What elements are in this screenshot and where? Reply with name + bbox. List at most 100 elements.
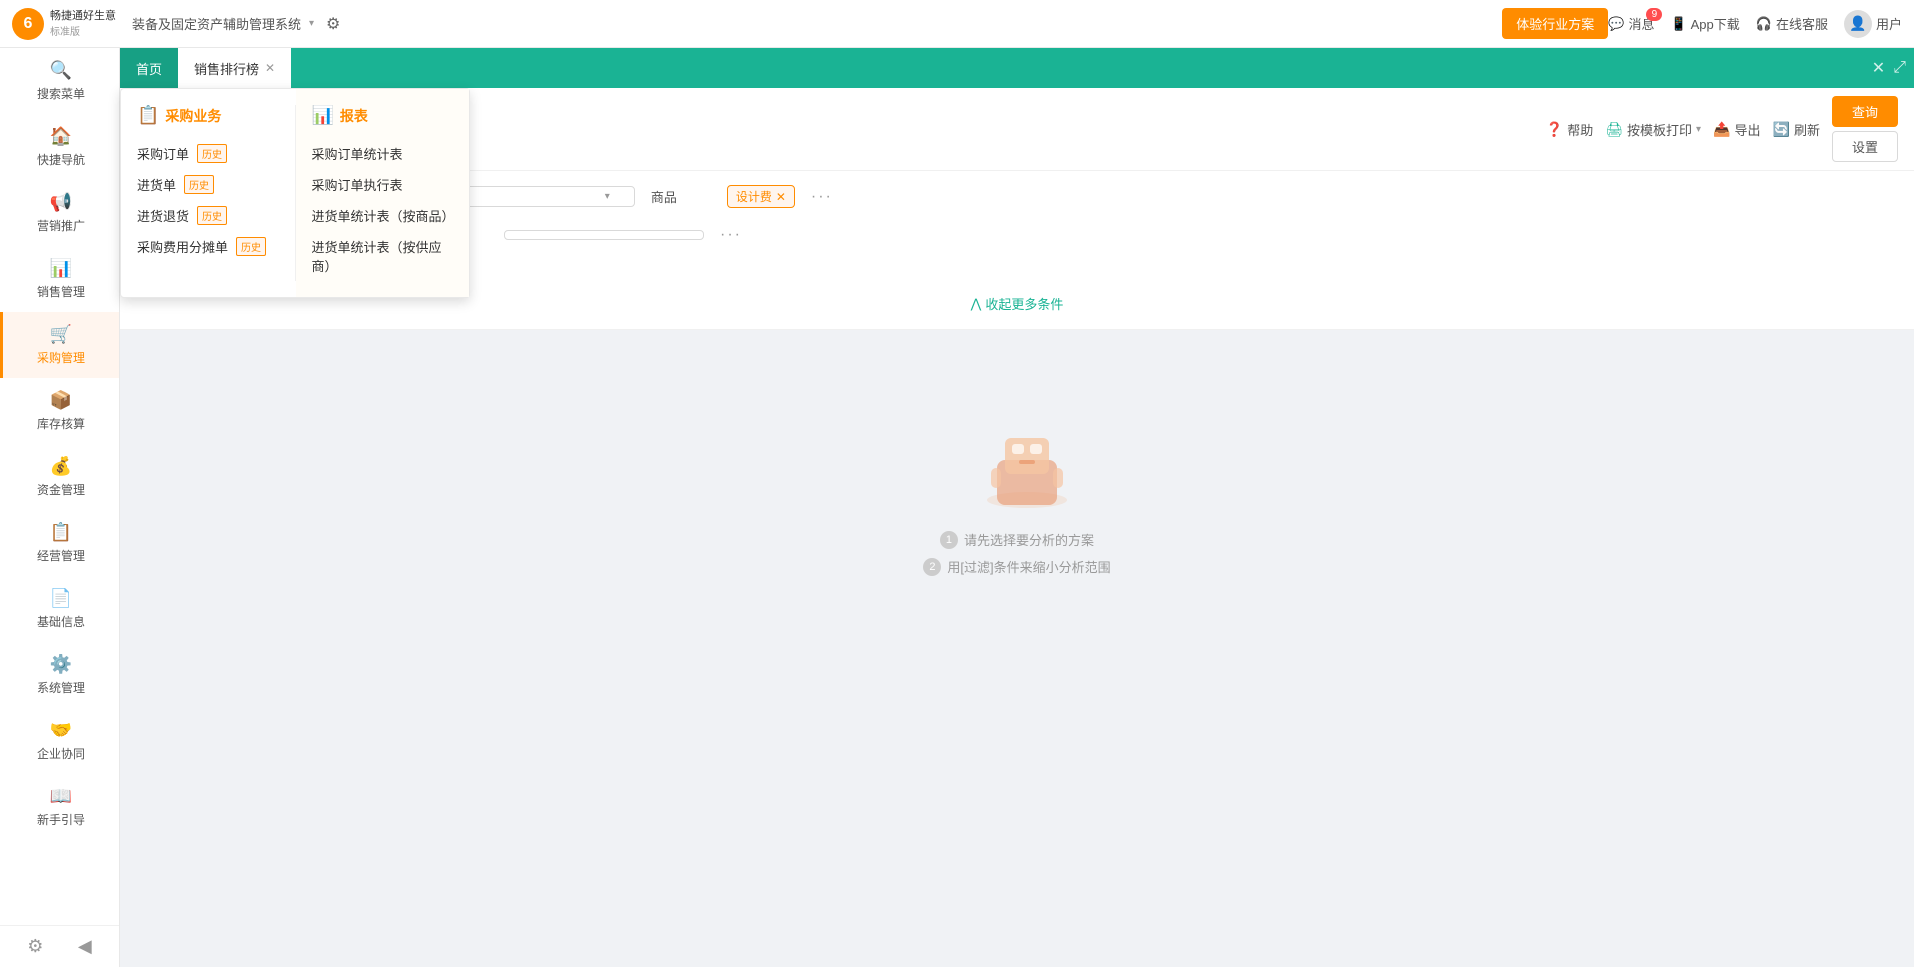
logo-area: 6 畅捷通好生意 标准版 (12, 8, 132, 40)
system-title-area: 装备及固定资产辅助管理系统 ▾ ⚙ (132, 14, 1494, 34)
product-tag-close[interactable]: ✕ (776, 190, 786, 204)
tab-sales-ranking[interactable]: 销售排行榜 ✕ (178, 48, 291, 88)
message-badge: 9 (1646, 8, 1662, 21)
message-icon: 💬 (1608, 16, 1624, 32)
sidebar-item-inventory[interactable]: 📦 库存核算 (0, 378, 119, 444)
home-icon: 🏠 (50, 126, 72, 147)
sidebar-label-search: 搜索菜单 (37, 85, 85, 102)
purchase-col: 📋 采购业务 采购订单 历史 进货单 历史 进货退货 历史 采购费用分摊单 历史 (137, 105, 296, 281)
purchase-col-title: 📋 采购业务 (137, 105, 279, 126)
money-icon: 💰 (50, 456, 72, 477)
logo-line1: 畅捷通好生意 (50, 9, 116, 23)
refresh-btn[interactable]: 🔄 刷新 (1773, 120, 1820, 139)
doc-icon: 📄 (50, 588, 72, 609)
print-btn[interactable]: 🖨 按模板打印 ▾ (1605, 120, 1701, 139)
settings-icon[interactable]: ⚙ (326, 14, 340, 34)
product-tag[interactable]: 设计费 ✕ (727, 185, 795, 208)
sidebar-item-operation[interactable]: 📋 经营管理 (0, 510, 119, 576)
online-service-btn[interactable]: 🎧 在线客服 (1756, 14, 1828, 33)
sidebar-label-basic-info: 基础信息 (37, 613, 85, 630)
query-button[interactable]: 查询 (1832, 96, 1898, 127)
sidebar-item-marketing[interactable]: 📢 营销推广 (0, 180, 119, 246)
sidebar-label-sales: 销售管理 (37, 283, 85, 300)
empty-hint-2: 2 用[过滤]条件来缩小分析范围 (923, 557, 1110, 576)
menu-item-po-exec[interactable]: 采购订单执行表 (312, 169, 454, 200)
sidebar-label-finance: 资金管理 (37, 481, 85, 498)
sidebar-label-system: 系统管理 (37, 679, 85, 696)
menu-item-purchase-order[interactable]: 采购订单 历史 (137, 138, 279, 169)
sidebar-label-quick-nav: 快捷导航 (37, 151, 85, 168)
product-label: 商品 (651, 187, 711, 206)
sidebar-item-search[interactable]: 🔍 搜索菜单 (0, 48, 119, 114)
sidebar-settings-btn[interactable]: ⚙ (27, 936, 43, 957)
report-col-title: 📊 报表 (312, 105, 454, 126)
help-icon: ❓ (1546, 121, 1563, 138)
user-area[interactable]: 👤 用户 (1844, 10, 1902, 38)
sidebar-item-cooperation[interactable]: 🤝 企业协同 (0, 708, 119, 774)
empty-hint-1: 1 请先选择要分析的方案 (940, 530, 1094, 549)
system-dropdown-arrow[interactable]: ▾ (309, 18, 314, 29)
sidebar: 🔍 搜索菜单 🏠 快捷导航 📢 营销推广 📊 销售管理 🛒 采购管理 📦 库存核… (0, 48, 120, 967)
app-download-btn[interactable]: 📱 App下载 (1670, 14, 1739, 33)
sidebar-label-guide: 新手引导 (37, 811, 85, 828)
purchase-dropdown-menu: 📋 采购业务 采购订单 历史 进货单 历史 进货退货 历史 采购费用分摊单 历史 (120, 88, 470, 298)
sidebar-bottom: ⚙ ◀ (0, 925, 119, 967)
clipboard-icon: 📋 (50, 522, 72, 543)
industry-btn[interactable]: 体验行业方案 (1502, 8, 1608, 39)
megaphone-icon: 📢 (50, 192, 72, 213)
product-more-dots[interactable]: ··· (811, 188, 833, 206)
tab-expand-icon[interactable]: ⤢ (1893, 59, 1906, 77)
help-btn[interactable]: ❓ 帮助 (1546, 120, 1593, 139)
hint-num-2: 2 (923, 558, 941, 576)
gear-icon: ⚙️ (50, 654, 72, 675)
collapse-btn[interactable]: ⋀ 收起更多条件 (971, 290, 1064, 317)
setting-button[interactable]: 设置 (1832, 131, 1898, 162)
home-tab-label: 首页 (136, 59, 162, 78)
sidebar-item-quick-nav[interactable]: 🏠 快捷导航 (0, 114, 119, 180)
sidebar-label-operation: 经营管理 (37, 547, 85, 564)
sidebar-label-purchase: 采购管理 (37, 349, 85, 366)
menu-item-expense[interactable]: 采购费用分摊单 历史 (137, 231, 279, 262)
chart-icon: 📊 (50, 258, 72, 279)
history-badge-2: 历史 (197, 206, 227, 225)
sidebar-item-purchase[interactable]: 🛒 采购管理 (0, 312, 119, 378)
sidebar-label-marketing: 营销推广 (37, 217, 85, 234)
headset-icon: 🎧 (1756, 16, 1772, 32)
history-badge-0: 历史 (197, 144, 227, 163)
sidebar-label-inventory: 库存核算 (37, 415, 85, 432)
sidebar-item-basic-info[interactable]: 📄 基础信息 (0, 576, 119, 642)
book-icon: 📖 (50, 786, 72, 807)
tab-close-icon[interactable]: ✕ (265, 61, 275, 75)
print-dropdown-icon[interactable]: ▾ (1696, 124, 1701, 135)
menu-item-inbound-stats-supplier[interactable]: 进货单统计表（按供应商） (312, 231, 454, 281)
history-badge-3: 历史 (236, 237, 266, 256)
report-col: 📊 报表 采购订单统计表 采购订单执行表 进货单统计表（按商品） 进货单统计表（… (296, 89, 470, 297)
salesperson-more-dots[interactable]: ··· (720, 226, 742, 244)
history-badge-1: 历史 (184, 175, 214, 194)
menu-item-po-stats[interactable]: 采购订单统计表 (312, 138, 454, 169)
sidebar-item-guide[interactable]: 📖 新手引导 (0, 774, 119, 840)
menu-item-inbound-stats-product[interactable]: 进货单统计表（按商品） (312, 200, 454, 231)
message-btn[interactable]: 💬 消息 9 (1608, 14, 1654, 33)
box-icon: 📦 (50, 390, 72, 411)
tab-home[interactable]: 首页 (120, 48, 178, 88)
handshake-icon: 🤝 (50, 720, 72, 741)
sidebar-collapse-btn[interactable]: ◀ (78, 936, 92, 957)
sidebar-item-finance[interactable]: 💰 资金管理 (0, 444, 119, 510)
salesperson-select[interactable] (504, 230, 704, 240)
tab-bar-right: ✕ ⤢ (1872, 58, 1914, 78)
doc-status-dropdown-icon: ▾ (605, 191, 610, 202)
dropdown-columns: 📋 采购业务 采购订单 历史 进货单 历史 进货退货 历史 采购费用分摊单 历史 (137, 105, 453, 281)
export-icon: 📤 (1713, 121, 1730, 138)
logo-line2: 标准版 (50, 23, 116, 38)
sidebar-item-system[interactable]: ⚙️ 系统管理 (0, 642, 119, 708)
system-title: 装备及固定资产辅助管理系统 (132, 14, 301, 33)
menu-item-inbound[interactable]: 进货单 历史 (137, 169, 279, 200)
export-btn[interactable]: 📤 导出 (1713, 120, 1760, 139)
top-header: 6 畅捷通好生意 标准版 装备及固定资产辅助管理系统 ▾ ⚙ 体验行业方案 💬 … (0, 0, 1914, 48)
cart-icon: 🛒 (50, 324, 72, 345)
sidebar-item-sales[interactable]: 📊 销售管理 (0, 246, 119, 312)
tab-close-all-icon[interactable]: ✕ (1872, 58, 1885, 78)
menu-item-return[interactable]: 进货退货 历史 (137, 200, 279, 231)
refresh-icon: 🔄 (1773, 121, 1790, 138)
